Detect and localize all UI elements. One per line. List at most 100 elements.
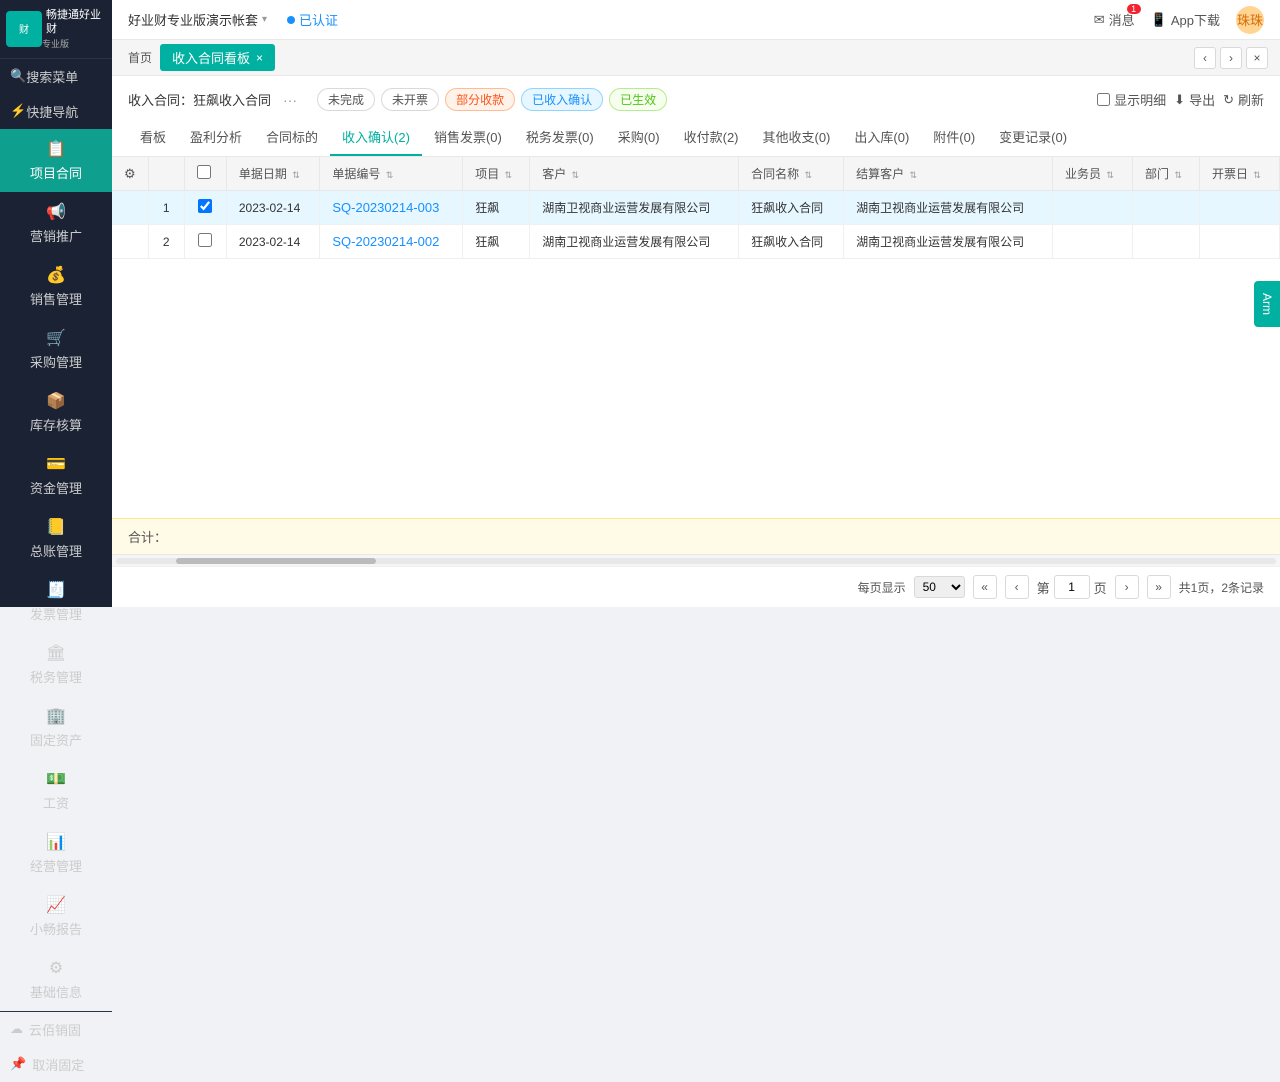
sidebar-item-11[interactable]: 📊经营管理: [0, 822, 112, 885]
th-settlement[interactable]: 结算客户 ⇅: [844, 157, 1053, 191]
sidebar-item-3[interactable]: 🛒 采购管理: [0, 318, 112, 381]
th-department[interactable]: 部门 ⇅: [1132, 157, 1199, 191]
page-input[interactable]: [1054, 575, 1090, 599]
sidebar-label-3: 采购管理: [30, 352, 82, 371]
status-uninvoiced[interactable]: 未开票: [381, 88, 439, 111]
message-badge: 1: [1127, 4, 1141, 14]
sidebar-search[interactable]: 🔍 搜索菜单: [0, 59, 112, 94]
status-effective[interactable]: 已生效: [609, 88, 667, 111]
th-date[interactable]: 单据日期 ⇅: [226, 157, 320, 191]
th-project[interactable]: 项目 ⇅: [463, 157, 530, 191]
subtab-5[interactable]: 税务发票(0): [514, 119, 606, 156]
sidebar-item-4[interactable]: 📦库存核算: [0, 381, 112, 444]
row-checkbox-0[interactable]: [184, 191, 226, 225]
status-confirmed[interactable]: 已收入确认: [521, 88, 603, 111]
status-incomplete[interactable]: 未完成: [317, 88, 375, 111]
status-partial-receipt[interactable]: 部分收款: [445, 88, 515, 111]
first-page-btn[interactable]: «: [973, 575, 997, 599]
refresh-btn[interactable]: ↻ 刷新: [1223, 90, 1264, 109]
sidebar-bottom-2[interactable]: 📌 取消固定: [0, 1047, 112, 1082]
contract-header: 收入合同：狂飙收入合同 ··· 未完成 未开票 部分收款 已收入确认 已生效 显…: [112, 76, 1280, 119]
tab-close-icon[interactable]: ×: [256, 51, 263, 65]
subtab-9[interactable]: 出入库(0): [842, 119, 921, 156]
th-bill-no[interactable]: 单据编号 ⇅: [320, 157, 463, 191]
more-options-icon[interactable]: ···: [283, 92, 297, 108]
home-tab[interactable]: 首页: [124, 49, 156, 66]
pagination: 每页显示 50 100 200 « ‹ 第 页 › » 共1页，2条记录: [112, 566, 1280, 607]
row-settlement-1: 湖南卫视商业运营发展有限公司: [844, 225, 1053, 259]
tab-close-btn[interactable]: ×: [1246, 47, 1268, 69]
scroll-bar-area: [112, 554, 1280, 566]
th-customer[interactable]: 客户 ⇅: [530, 157, 739, 191]
sidebar-item-5[interactable]: 💳资金管理: [0, 444, 112, 507]
sidebar-icon-3: 🛒: [46, 328, 66, 348]
sort-billno-icon: ⇅: [386, 170, 394, 180]
subtab-4[interactable]: 销售发票(0): [422, 119, 514, 156]
subtab-7[interactable]: 收付款(2): [672, 119, 751, 156]
active-tab-label: 收入合同看板: [172, 48, 250, 67]
row-checkbox-1[interactable]: [184, 225, 226, 259]
row-salesman-0: [1053, 191, 1133, 225]
sidebar-item-7[interactable]: 🧾发票管理: [0, 570, 112, 633]
active-tab[interactable]: 收入合同看板 ×: [160, 44, 275, 71]
table-row[interactable]: 2 2023-02-14 SQ-20230214-002 狂飙 湖南卫视商业运营…: [112, 225, 1280, 259]
floating-action-btn[interactable]: Arm: [1254, 281, 1280, 327]
prev-page-btn[interactable]: ‹: [1005, 575, 1029, 599]
tab-prev-btn[interactable]: ‹: [1194, 47, 1216, 69]
refresh-icon: ↻: [1223, 92, 1234, 108]
sort-project-icon: ⇅: [505, 170, 513, 180]
per-page-select[interactable]: 50 100 200: [914, 576, 965, 598]
sidebar-item-1[interactable]: 📢营销推广: [0, 192, 112, 255]
row-date-1: 2023-02-14: [226, 225, 320, 259]
company-selector[interactable]: 好业财专业版演示帐套 ▾: [128, 10, 267, 29]
table-row[interactable]: 1 2023-02-14 SQ-20230214-003 狂飙 湖南卫视商业运营…: [112, 191, 1280, 225]
subtab-6[interactable]: 采购(0): [606, 119, 672, 156]
scroll-track[interactable]: [116, 558, 1276, 564]
sidebar-item-8[interactable]: 🏛税务管理: [0, 633, 112, 696]
row-settings-1: [112, 225, 148, 259]
sidebar-item-2[interactable]: 💰销售管理: [0, 255, 112, 318]
unpin-icon: 📌: [10, 1056, 26, 1072]
subtab-0[interactable]: 看板: [128, 119, 178, 156]
row-project-0: 狂飙: [463, 191, 530, 225]
last-page-btn[interactable]: »: [1147, 575, 1171, 599]
subtab-11[interactable]: 变更记录(0): [987, 119, 1079, 156]
user-avatar[interactable]: 珠珠: [1236, 6, 1264, 34]
next-page-btn[interactable]: ›: [1115, 575, 1139, 599]
sidebar-label-1: 营销推广: [30, 226, 82, 245]
subtab-1[interactable]: 盈利分析: [178, 119, 254, 156]
select-all-checkbox[interactable]: [197, 165, 211, 179]
sidebar-item-10[interactable]: 💵工资: [0, 759, 112, 822]
show-detail-checkbox[interactable]: [1097, 93, 1110, 106]
sidebar-bottom-1[interactable]: ☁ 云佰销固: [0, 1012, 112, 1047]
th-salesman[interactable]: 业务员 ⇅: [1053, 157, 1133, 191]
message-action[interactable]: ✉ 消息 1: [1094, 10, 1135, 29]
sidebar-item-13[interactable]: ⚙基础信息: [0, 948, 112, 1011]
per-page-label: 每页显示: [858, 579, 906, 596]
app-download-action[interactable]: 📱 App下载: [1151, 10, 1220, 29]
show-detail-toggle[interactable]: 显示明细: [1097, 90, 1166, 109]
sidebar-item-6[interactable]: 📒总账管理: [0, 507, 112, 570]
settings-icon[interactable]: ⚙: [124, 166, 136, 181]
row-billno-1[interactable]: SQ-20230214-002: [320, 225, 463, 259]
sidebar-item-9[interactable]: 🏢固定资产: [0, 696, 112, 759]
subtab-2[interactable]: 合同标的: [254, 119, 330, 156]
export-btn[interactable]: ⬇ 导出: [1174, 90, 1215, 109]
subtab-3[interactable]: 收入确认(2): [330, 119, 422, 156]
tab-next-btn[interactable]: ›: [1220, 47, 1242, 69]
th-contract-name[interactable]: 合同名称 ⇅: [739, 157, 844, 191]
sidebar-item-12[interactable]: 📈小畅报告: [0, 885, 112, 948]
sidebar-quick-nav[interactable]: ⚡ 快捷导航: [0, 94, 112, 129]
subtab-8[interactable]: 其他收支(0): [751, 119, 843, 156]
logo-icon: 财: [6, 11, 42, 47]
row-billno-0[interactable]: SQ-20230214-003: [320, 191, 463, 225]
sidebar-icon-7: 🧾: [46, 580, 66, 600]
verified-dot: [287, 16, 295, 24]
sidebar-icon-0: 📋: [46, 139, 66, 159]
sidebar-label-0: 项目合同: [30, 163, 82, 182]
scroll-thumb[interactable]: [176, 558, 376, 564]
subtab-10[interactable]: 附件(0): [921, 119, 987, 156]
row-invoicedate-1: [1199, 225, 1279, 259]
sidebar-item-0[interactable]: 📋 项目合同: [0, 129, 112, 192]
th-invoice-date[interactable]: 开票日 ⇅: [1199, 157, 1279, 191]
